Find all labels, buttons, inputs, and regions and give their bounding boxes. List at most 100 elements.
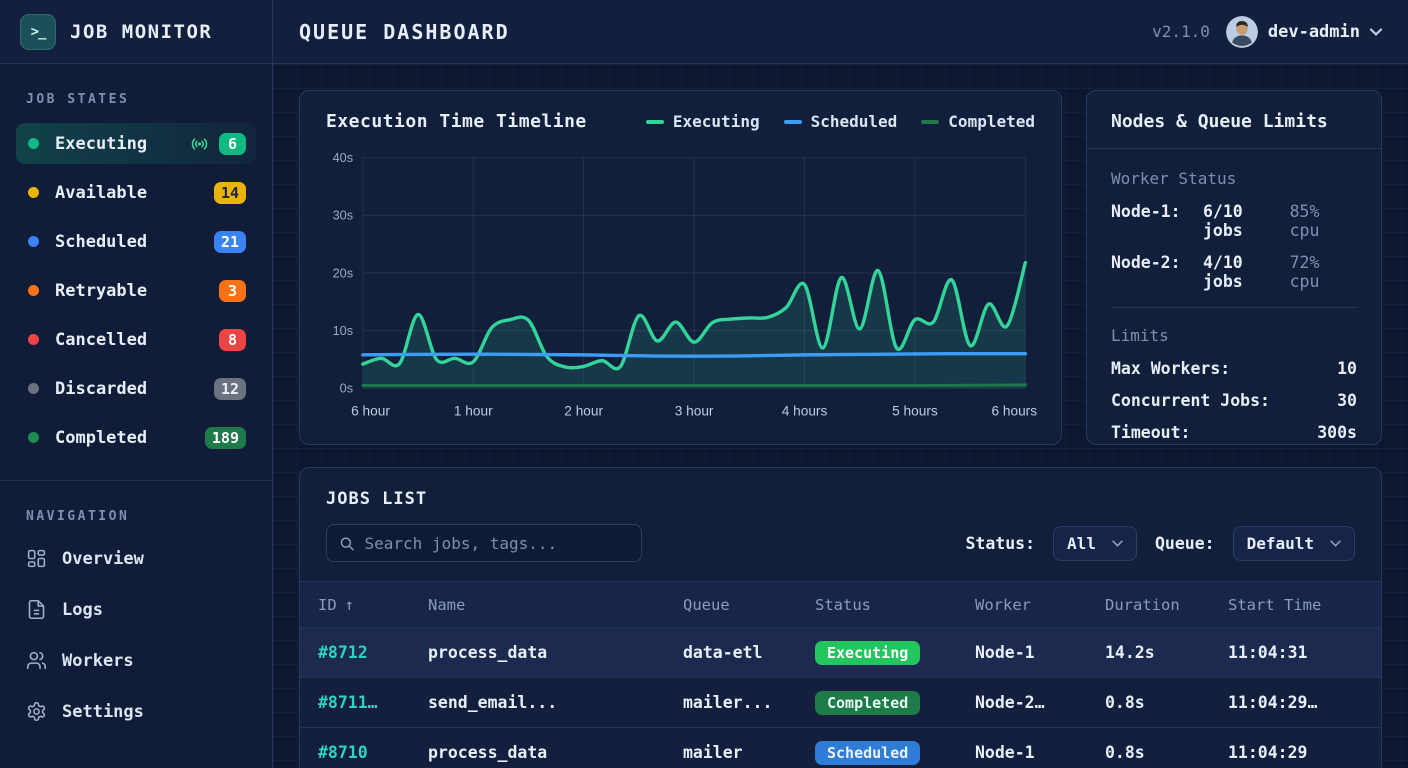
search-input[interactable] — [364, 533, 629, 553]
timeline-title: Execution Time Timeline — [326, 111, 587, 132]
svg-text:6 hour: 6 hour — [351, 404, 390, 419]
svg-text:2 hour: 2 hour — [564, 404, 603, 419]
limits-heading: Limits — [1111, 326, 1169, 345]
status-dot — [28, 187, 39, 198]
svg-text:4 hours: 4 hours — [782, 404, 828, 419]
page-title: QUEUE DASHBOARD — [299, 19, 510, 44]
table-row[interactable]: #8710 process_data mailer Scheduled Node… — [300, 728, 1381, 768]
timeline-panel: Execution Time Timeline Executing Schedu… — [299, 90, 1062, 445]
header-right: v2.1.0 dev-admin — [1152, 15, 1382, 48]
status-dot — [28, 432, 39, 443]
user-name: dev-admin — [1267, 21, 1360, 42]
sidebar-item-scheduled[interactable]: Scheduled 21 — [16, 221, 256, 262]
count-badge: 8 — [219, 328, 246, 351]
dashboard-icon — [27, 549, 46, 568]
worker-status-heading: Worker Status — [1111, 169, 1237, 188]
svg-text:1 hour: 1 hour — [454, 404, 493, 419]
column-header-id[interactable]: ID ↑ — [318, 596, 428, 614]
svg-text:40s: 40s — [333, 151, 353, 165]
nodes-queue-limits-panel: Nodes & Queue Limits Worker Status Node-… — [1086, 90, 1382, 445]
users-icon — [26, 651, 47, 670]
sidebar-item-cancelled[interactable]: Cancelled 8 — [16, 319, 256, 360]
status-dot — [28, 138, 39, 149]
app-title: JOB MONITOR — [70, 20, 213, 43]
queue-filter-label: Queue: — [1154, 533, 1215, 553]
node-status-row: Node-2: 4/10 jobs 72% cpu — [1111, 253, 1320, 291]
sidebar: JOB STATES Executing 6 Available 14 Sche… — [0, 64, 273, 768]
column-header-worker[interactable]: Worker — [975, 596, 1105, 614]
sidebar-item-overview[interactable]: Overview — [16, 540, 256, 577]
panel-divider — [1111, 307, 1357, 308]
svg-text:0s: 0s — [340, 382, 353, 396]
svg-text:5 hours: 5 hours — [892, 404, 938, 419]
live-activity-icon — [189, 135, 210, 153]
legend-swatch — [921, 119, 940, 124]
search-box[interactable] — [326, 524, 642, 562]
sidebar-divider — [0, 480, 272, 481]
sidebar-item-retryable[interactable]: Retryable 3 — [16, 270, 256, 311]
column-header-status[interactable]: Status — [815, 596, 975, 614]
user-menu-button[interactable]: dev-admin — [1225, 15, 1382, 48]
node-status-row: Node-1: 6/10 jobs 85% cpu — [1111, 202, 1320, 240]
status-badge: Executing — [815, 640, 921, 665]
svg-text:3 hour: 3 hour — [675, 404, 714, 419]
count-badge: 14 — [213, 181, 246, 204]
jobs-list-panel: JOBS LIST Status: All Queue: D — [299, 467, 1382, 768]
legend-item-executing[interactable]: Executing — [645, 112, 760, 131]
queue-filter-select[interactable]: Default — [1232, 525, 1355, 561]
limit-row: Max Workers: 10 — [1111, 359, 1357, 378]
table-row[interactable]: #8711… send_email... mailer... Completed… — [300, 678, 1381, 728]
sidebar-item-executing[interactable]: Executing 6 — [16, 123, 256, 164]
sort-ascending-icon: ↑ — [344, 595, 355, 614]
status-dot — [28, 383, 39, 394]
sidebar-item-available[interactable]: Available 14 — [16, 172, 256, 213]
job-id-link[interactable]: #8712 — [318, 643, 428, 662]
job-states-heading: JOB STATES — [26, 92, 130, 107]
table-header-row: ID ↑ Name Queue Status Worker Duration S… — [300, 581, 1381, 628]
limit-row: Timeout: 300s — [1111, 423, 1357, 442]
svg-text:30s: 30s — [333, 209, 353, 223]
sidebar-item-settings[interactable]: Settings — [16, 693, 256, 730]
terminal-icon: >_ — [20, 13, 56, 50]
status-filter-label: Status: — [965, 533, 1036, 553]
search-icon — [340, 536, 354, 550]
chevron-down-icon — [1112, 539, 1123, 547]
gear-icon — [27, 701, 46, 722]
column-header-name[interactable]: Name — [428, 596, 683, 614]
app-root: >_ JOB MONITOR QUEUE DASHBOARD v2.1.0 de… — [0, 0, 1408, 768]
navigation-heading: NAVIGATION — [26, 509, 130, 524]
count-badge: 21 — [213, 230, 246, 253]
legend-item-completed[interactable]: Completed — [921, 112, 1035, 131]
version-label: v2.1.0 — [1152, 22, 1210, 41]
sidebar-item-workers[interactable]: Workers — [16, 642, 256, 679]
document-icon — [28, 599, 45, 620]
svg-text:20s: 20s — [333, 266, 353, 280]
legend-item-scheduled[interactable]: Scheduled — [783, 112, 897, 131]
limit-row: Concurrent Jobs: 30 — [1111, 391, 1357, 410]
nodes-panel-title: Nodes & Queue Limits — [1087, 91, 1381, 149]
main-content: Execution Time Timeline Executing Schedu… — [273, 64, 1408, 768]
status-filter-select[interactable]: All — [1053, 525, 1137, 561]
job-id-link[interactable]: #8711… — [318, 693, 428, 712]
jobs-table: ID ↑ Name Queue Status Worker Duration S… — [300, 581, 1381, 768]
chevron-down-icon — [1370, 28, 1382, 36]
status-dot — [28, 285, 39, 296]
status-badge: Completed — [815, 690, 921, 715]
sidebar-item-discarded[interactable]: Discarded 12 — [16, 368, 256, 409]
column-header-start-time[interactable]: Start Time — [1228, 596, 1381, 614]
column-header-queue[interactable]: Queue — [683, 596, 815, 614]
avatar — [1225, 15, 1258, 48]
column-header-duration[interactable]: Duration — [1105, 596, 1228, 614]
sidebar-item-logs[interactable]: Logs — [16, 591, 256, 628]
status-dot — [28, 334, 39, 345]
svg-text:10s: 10s — [333, 324, 353, 338]
job-id-link[interactable]: #8710 — [318, 743, 428, 762]
top-bar: >_ JOB MONITOR QUEUE DASHBOARD v2.1.0 de… — [0, 0, 1408, 64]
svg-text:6 hours: 6 hours — [991, 404, 1037, 419]
count-badge: 12 — [213, 377, 246, 400]
status-badge: Scheduled — [815, 740, 921, 765]
sidebar-item-completed[interactable]: Completed 189 — [16, 417, 256, 458]
table-row[interactable]: #8712 process_data data-etl Executing No… — [300, 628, 1381, 678]
brand: >_ JOB MONITOR — [0, 0, 273, 63]
legend-swatch — [783, 119, 802, 124]
